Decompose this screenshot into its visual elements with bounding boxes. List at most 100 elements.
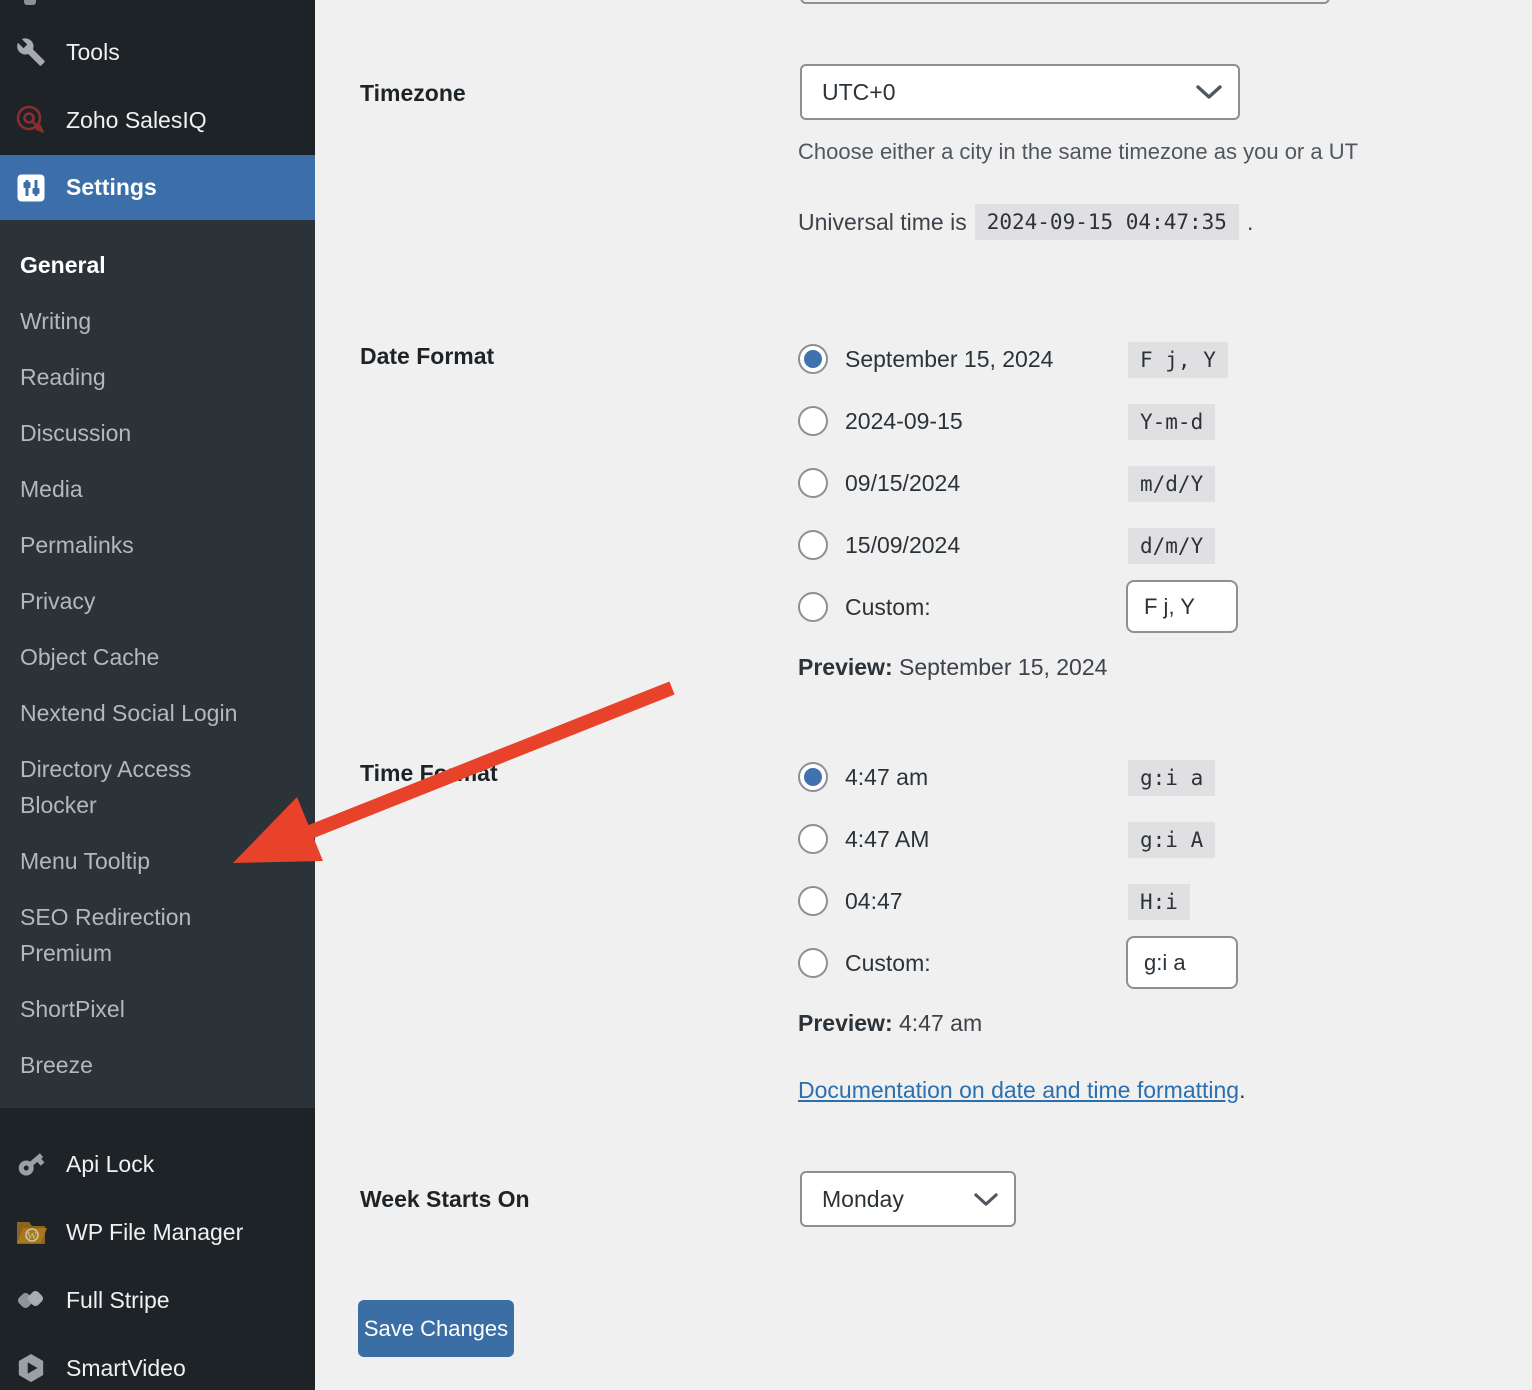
wordpress-admin-settings-screen: Tools Zoho SalesIQ Settings General Writ… <box>0 0 1532 1390</box>
sidebar-item-api-lock[interactable]: Api Lock <box>0 1130 315 1198</box>
time-format-code: g:i a <box>1128 760 1216 796</box>
time-format-option-row: 4:47 am <box>798 749 928 805</box>
universal-time-value: 2024-09-15 04:47:35 <box>974 204 1239 240</box>
date-format-code: d/m/Y <box>1128 528 1216 564</box>
submenu-item-directory-access-blocker[interactable]: Directory Access Blocker <box>0 741 230 833</box>
radio-time-g-i-A[interactable] <box>798 824 828 854</box>
radio-date-d-m-y[interactable] <box>798 530 828 560</box>
sidebar-item-label: Api Lock <box>66 1150 155 1177</box>
date-format-preview: Preview: September 15, 2024 <box>798 654 1107 681</box>
submenu-item-reading[interactable]: Reading <box>0 349 315 405</box>
wrench-icon <box>14 35 48 69</box>
preview-value: September 15, 2024 <box>899 654 1108 680</box>
partial-menu-icon <box>24 0 36 5</box>
date-option-label: 2024-09-15 <box>845 407 963 434</box>
date-format-option-row: 09/15/2024 <box>798 455 960 511</box>
date-format-option-row: September 15, 2024 <box>798 331 1053 387</box>
time-option-label: 04:47 <box>845 887 903 914</box>
universal-time-suffix: . <box>1246 208 1254 235</box>
timezone-select[interactable]: UTC+0 <box>800 64 1240 120</box>
submenu-item-general[interactable]: General <box>0 237 315 293</box>
submenu-item-discussion[interactable]: Discussion <box>0 405 315 461</box>
sidebar-item-tools[interactable]: Tools <box>0 18 315 86</box>
time-format-option-row: 4:47 AM <box>798 811 929 867</box>
date-format-option-row: 2024-09-15 <box>798 393 963 449</box>
sidebar-item-smartvideo[interactable]: SmartVideo <box>0 1334 315 1390</box>
submenu-item-menu-tooltip[interactable]: Menu Tooltip <box>0 833 315 889</box>
universal-time-line: Universal time is 2024-09-15 04:47:35 . <box>798 204 1253 240</box>
sidebar-item-label: WP File Manager <box>66 1218 244 1245</box>
radio-time-g-i-a[interactable] <box>798 762 828 792</box>
zoho-salesiq-icon <box>14 103 48 137</box>
settings-submenu: General Writing Reading Discussion Media… <box>0 220 315 1108</box>
date-option-label: 09/15/2024 <box>845 469 961 496</box>
key-icon <box>14 1147 48 1181</box>
sidebar-item-label: SmartVideo <box>66 1354 186 1381</box>
submenu-item-seo-redirection-premium[interactable]: SEO Redirection Premium <box>0 889 230 981</box>
date-format-custom-row: Custom: <box>798 579 931 635</box>
week-starts-on-select[interactable]: Monday <box>800 1171 1016 1227</box>
sidebar-item-zoho-salesiq[interactable]: Zoho SalesIQ <box>0 86 315 154</box>
date-format-code: F j, Y <box>1128 342 1228 378</box>
save-changes-button[interactable]: Save Changes <box>358 1300 514 1357</box>
submenu-item-nextend-social-login[interactable]: Nextend Social Login <box>0 685 315 741</box>
documentation-line: Documentation on date and time formattin… <box>798 1077 1245 1104</box>
radio-date-f-j-y[interactable] <box>798 344 828 374</box>
date-format-custom-input[interactable] <box>1126 580 1238 633</box>
radio-time-custom[interactable] <box>798 948 828 978</box>
submenu-item-permalinks[interactable]: Permalinks <box>0 517 315 573</box>
date-format-label: Date Format <box>360 343 495 369</box>
week-starts-on-label: Week Starts On <box>360 1186 530 1212</box>
sidebar-item-settings[interactable]: Settings <box>0 155 315 359</box>
preview-label: Preview: <box>798 654 893 680</box>
time-format-preview: Preview: 4:47 am <box>798 1010 982 1037</box>
preview-value: 4:47 am <box>899 1010 983 1036</box>
sidebar-item-label: Tools <box>66 38 120 65</box>
full-stripe-icon <box>14 1283 48 1317</box>
sidebar-item-label: Settings <box>66 174 157 200</box>
svg-text:W: W <box>27 1231 37 1242</box>
preview-label: Preview: <box>798 1010 893 1036</box>
time-format-option-row: 04:47 <box>798 873 903 929</box>
time-format-custom-row: Custom: <box>798 935 931 991</box>
time-format-label: Time Format <box>360 760 498 786</box>
submenu-item-privacy[interactable]: Privacy <box>0 573 315 629</box>
sidebar-item-wp-file-manager[interactable]: W WP File Manager <box>0 1198 315 1266</box>
documentation-suffix: . <box>1239 1077 1246 1103</box>
radio-date-custom[interactable] <box>798 592 828 622</box>
timezone-description: Choose either a city in the same timezon… <box>798 139 1359 164</box>
timezone-select-value: UTC+0 <box>822 78 896 105</box>
time-option-label: 4:47 AM <box>845 825 930 852</box>
sidebar-item-label: Zoho SalesIQ <box>66 106 207 133</box>
date-format-code: m/d/Y <box>1128 466 1216 502</box>
custom-label: Custom: <box>845 593 931 620</box>
radio-date-y-m-d[interactable] <box>798 406 828 436</box>
documentation-link[interactable]: Documentation on date and time formattin… <box>798 1077 1239 1103</box>
time-format-code: H:i <box>1128 884 1190 920</box>
week-select-value: Monday <box>822 1185 904 1212</box>
general-settings-content: Timezone UTC+0 Choose either a city in t… <box>315 0 1532 1390</box>
submenu-item-breeze[interactable]: Breeze <box>0 1037 315 1093</box>
submenu-item-object-cache[interactable]: Object Cache <box>0 629 315 685</box>
radio-time-H-i[interactable] <box>798 886 828 916</box>
radio-date-m-d-y[interactable] <box>798 468 828 498</box>
time-format-custom-input[interactable] <box>1126 936 1238 989</box>
date-option-label: 15/09/2024 <box>845 531 961 558</box>
chevron-down-icon <box>1196 79 1222 106</box>
universal-time-prefix: Universal time is <box>798 208 967 235</box>
custom-label: Custom: <box>845 949 931 976</box>
time-option-label: 4:47 am <box>845 763 929 790</box>
admin-sidebar: Tools Zoho SalesIQ Settings General Writ… <box>0 0 315 1390</box>
sidebar-item-full-stripe[interactable]: Full Stripe <box>0 1266 315 1334</box>
folder-wp-icon: W <box>14 1215 48 1249</box>
date-option-label: September 15, 2024 <box>845 345 1054 372</box>
date-format-option-row: 15/09/2024 <box>798 517 960 573</box>
chevron-down-icon <box>974 1186 998 1213</box>
time-format-code: g:i A <box>1128 822 1216 858</box>
submenu-item-shortpixel[interactable]: ShortPixel <box>0 981 315 1037</box>
submenu-item-media[interactable]: Media <box>0 461 315 517</box>
date-format-code: Y-m-d <box>1128 404 1216 440</box>
submenu-item-writing[interactable]: Writing <box>0 293 315 349</box>
timezone-label: Timezone <box>360 80 466 106</box>
clipped-input-above[interactable] <box>800 0 1330 4</box>
